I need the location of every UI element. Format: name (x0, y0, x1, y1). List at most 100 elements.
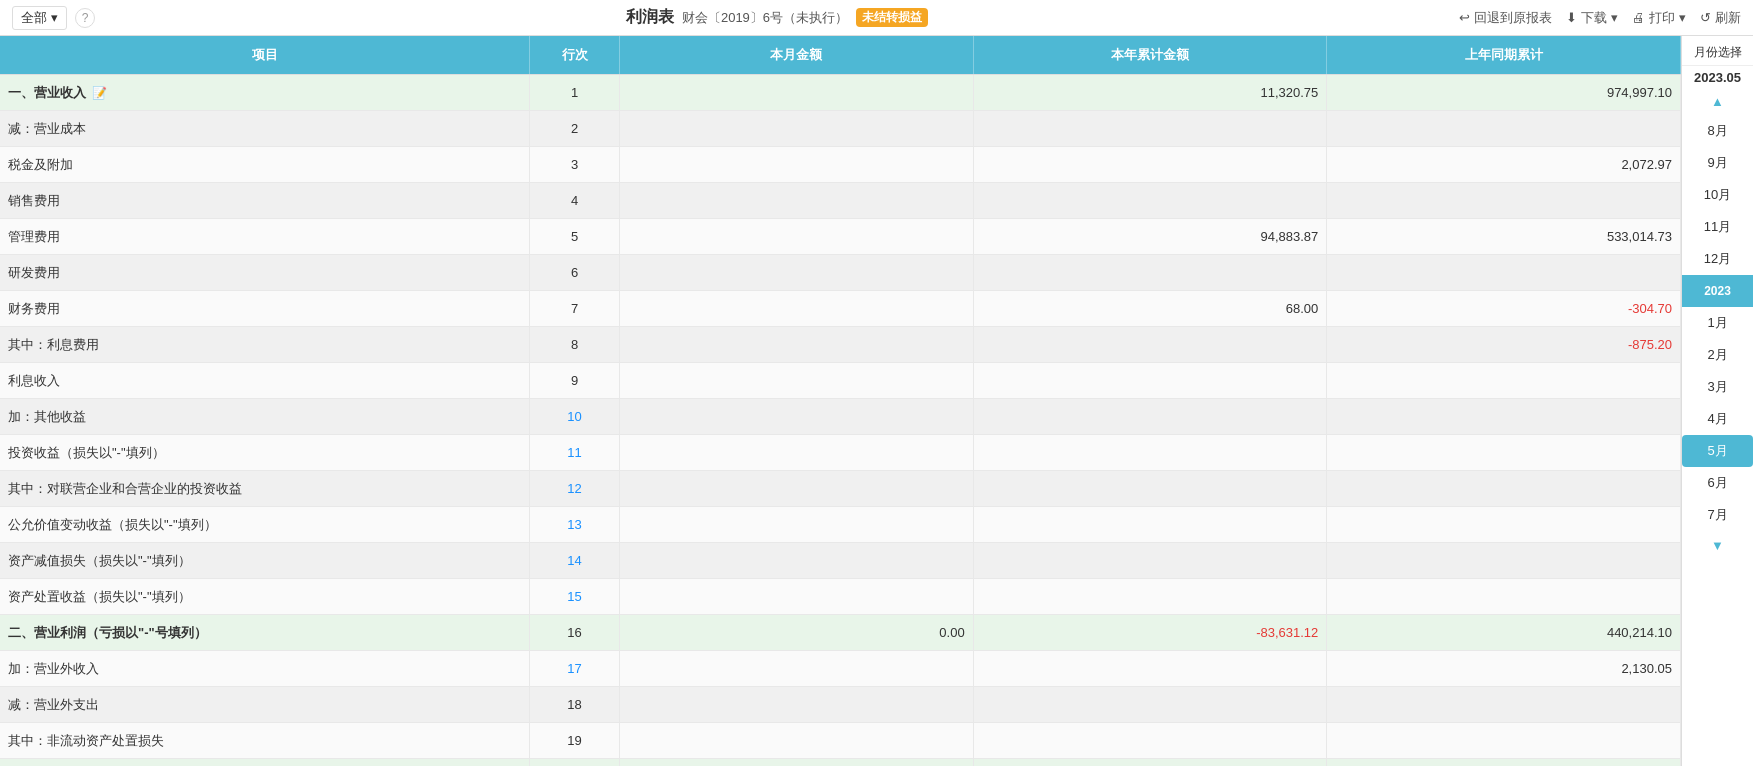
table-row: 二、营业利润（亏损以"-"号填列） 16 0.00 -83,631.12 440… (0, 615, 1681, 651)
row-val2: 68.00 (974, 291, 1328, 326)
row-val3: -304.70 (1327, 291, 1681, 326)
row-val2 (974, 471, 1328, 506)
report-title: 利润表 (626, 7, 674, 28)
row-val3: 2,072.97 (1327, 147, 1681, 182)
table-row: 减：营业成本 2 (0, 111, 1681, 147)
row-val1 (620, 75, 974, 110)
col-row: 行次 (530, 36, 620, 74)
row-item: 其中：对联营企业和合营企业的投资收益 (0, 471, 530, 506)
row-val1 (620, 471, 974, 506)
row-num: 11 (530, 435, 620, 470)
table-row: 利息收入 9 (0, 363, 1681, 399)
row-val3 (1327, 255, 1681, 290)
chevron-down-icon: ▾ (51, 10, 58, 25)
action-back-label: 回退到原报表 (1474, 9, 1552, 27)
row-item: 利息收入 (0, 363, 530, 398)
row-val2 (974, 111, 1328, 146)
col-year: 本年累计金额 (974, 36, 1328, 74)
table-row: 其中：利息费用 8 -875.20 (0, 327, 1681, 363)
month-item-1[interactable]: 1月 (1682, 307, 1753, 339)
month-item-12[interactable]: 12月 (1682, 243, 1753, 275)
table-row: 财务费用 7 68.00 -304.70 (0, 291, 1681, 327)
row-val2 (974, 255, 1328, 290)
table-row: 税金及附加 3 2,072.97 (0, 147, 1681, 183)
month-item-3[interactable]: 3月 (1682, 371, 1753, 403)
row-num: 5 (530, 219, 620, 254)
month-item-4[interactable]: 4月 (1682, 403, 1753, 435)
row-val2 (974, 579, 1328, 614)
row-val2 (974, 723, 1328, 758)
table-row: 加：其他收益 10 (0, 399, 1681, 435)
row-item: 一、营业收入 📝 (0, 75, 530, 110)
action-back[interactable]: ↩ 回退到原报表 (1459, 9, 1552, 27)
row-num: 19 (530, 723, 620, 758)
row-val1 (620, 147, 974, 182)
month-item-8[interactable]: 8月 (1682, 115, 1753, 147)
status-badge: 未结转损益 (856, 8, 928, 27)
table-row: 资产处置收益（损失以"-"填列） 15 (0, 579, 1681, 615)
row-num: 16 (530, 615, 620, 650)
row-val3: 974,997.10 (1327, 75, 1681, 110)
row-item: 投资收益（损失以"-"填列） (0, 435, 530, 470)
row-num: 12 (530, 471, 620, 506)
row-val3 (1327, 183, 1681, 218)
month-item-5[interactable]: 5月 (1682, 435, 1753, 467)
chevron-down-icon2: ▾ (1611, 10, 1618, 25)
row-num: 15 (530, 579, 620, 614)
month-nav: ▲ 8月 9月 10月 11月 12月 2023 1月 2月 3月 4月 5月 … (1682, 87, 1753, 559)
edit-icon[interactable]: 📝 (92, 86, 107, 100)
row-item: 销售费用 (0, 183, 530, 218)
row-num: 1 (530, 75, 620, 110)
action-refresh[interactable]: ↺ 刷新 (1700, 9, 1741, 27)
row-num: 9 (530, 363, 620, 398)
month-item-7[interactable]: 7月 (1682, 499, 1753, 531)
action-download-label: 下载 (1581, 9, 1607, 27)
dropdown-all[interactable]: 全部 ▾ (12, 6, 67, 30)
row-val1: 0.00 (620, 759, 974, 766)
month-item-9[interactable]: 9月 (1682, 147, 1753, 179)
row-val3: 533,014.73 (1327, 219, 1681, 254)
row-val2 (974, 687, 1328, 722)
row-val2 (974, 363, 1328, 398)
table-row: 研发费用 6 (0, 255, 1681, 291)
table-row: 投资收益（损失以"-"填列） 11 (0, 435, 1681, 471)
row-val1: 0.00 (620, 615, 974, 650)
help-icon[interactable]: ? (75, 8, 95, 28)
row-val1 (620, 687, 974, 722)
row-item: 减：营业外支出 (0, 687, 530, 722)
top-bar-right: ↩ 回退到原报表 ⬇ 下载 ▾ 🖨 打印 ▾ ↺ 刷新 (1459, 9, 1741, 27)
month-item-2[interactable]: 2月 (1682, 339, 1753, 371)
row-item: 税金及附加 (0, 147, 530, 182)
action-download[interactable]: ⬇ 下载 ▾ (1566, 9, 1618, 27)
row-val3: -875.20 (1327, 327, 1681, 362)
row-item: 财务费用 (0, 291, 530, 326)
month-item-10[interactable]: 10月 (1682, 179, 1753, 211)
nav-down-arrow[interactable]: ▼ (1682, 531, 1753, 559)
row-val2: 11,320.75 (974, 75, 1328, 110)
month-item-11[interactable]: 11月 (1682, 211, 1753, 243)
report-subtitle: 财会〔2019〕6号（未执行） (682, 9, 848, 27)
month-item-6[interactable]: 6月 (1682, 467, 1753, 499)
nav-up-arrow[interactable]: ▲ (1682, 87, 1753, 115)
row-val3 (1327, 399, 1681, 434)
row-val1 (620, 183, 974, 218)
row-num: 17 (530, 651, 620, 686)
row-val3 (1327, 363, 1681, 398)
row-val3 (1327, 111, 1681, 146)
row-val1 (620, 399, 974, 434)
table-row: 管理费用 5 94,883.87 533,014.73 (0, 219, 1681, 255)
sidebar: 月份选择 2023.05 ▲ 8月 9月 10月 11月 12月 2023 1月… (1681, 36, 1753, 766)
sidebar-year: 2023.05 (1694, 70, 1741, 85)
row-num: 10 (530, 399, 620, 434)
table-row: 其中：非流动资产处置损失 19 (0, 723, 1681, 759)
refresh-icon: ↺ (1700, 10, 1711, 25)
sidebar-title: 月份选择 (1682, 44, 1753, 66)
table-row: 一、营业收入 📝 1 11,320.75 974,997.10 (0, 75, 1681, 111)
action-print[interactable]: 🖨 打印 ▾ (1632, 9, 1686, 27)
row-val1 (620, 723, 974, 758)
row-item: 减：营业成本 (0, 111, 530, 146)
row-val1 (620, 219, 974, 254)
top-bar-center: 利润表 财会〔2019〕6号（未执行） 未结转损益 (626, 7, 928, 28)
col-item: 项目 (0, 36, 530, 74)
row-val1 (620, 651, 974, 686)
